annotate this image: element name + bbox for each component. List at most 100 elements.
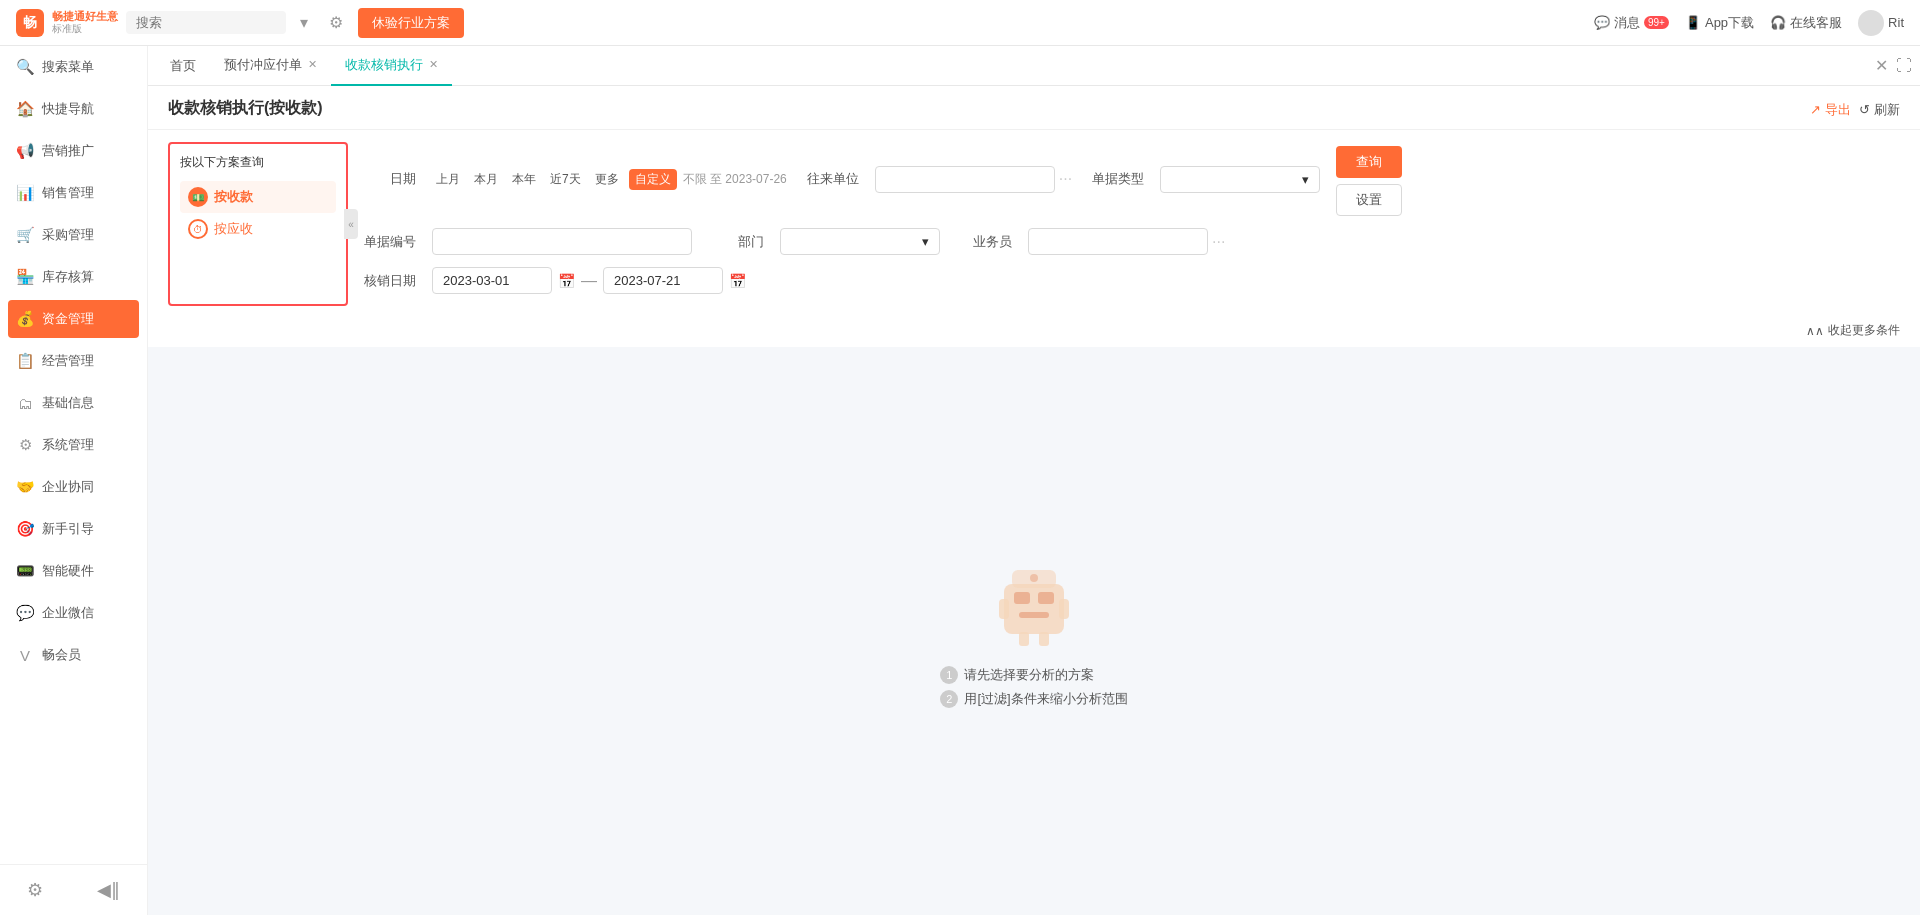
- department-select[interactable]: ▾: [780, 228, 940, 255]
- bill-type-label: 单据类型: [1088, 170, 1144, 188]
- sidebar-item-cooperation[interactable]: 🤝 企业协同: [0, 466, 147, 508]
- verify-date-label: 核销日期: [360, 272, 416, 290]
- online-service-button[interactable]: 🎧 在线客服: [1770, 14, 1842, 32]
- filter-area: 按以下方案查询 💵 按收款 ⏱ 按应收 « 日期 上月 本: [148, 130, 1920, 318]
- gear-icon[interactable]: ⚙: [322, 9, 350, 37]
- refresh-button[interactable]: ↺ 刷新: [1859, 101, 1900, 119]
- counterpart-more-icon[interactable]: ···: [1059, 170, 1072, 188]
- date-label: 日期: [360, 170, 416, 188]
- sidebar-item-marketing[interactable]: 📢 营销推广: [0, 130, 147, 172]
- verify-date-range: 📅 — 📅: [432, 267, 746, 294]
- department-label: 部门: [708, 233, 764, 251]
- tab-actions: ✕ ⛶: [1875, 56, 1912, 75]
- svg-rect-2: [1038, 592, 1054, 604]
- empty-hint-1: 1 请先选择要分析的方案: [940, 666, 1127, 684]
- sidebar-item-quicknav[interactable]: 🏠 快捷导航: [0, 88, 147, 130]
- sidebar-item-operations[interactable]: 📋 经营管理: [0, 340, 147, 382]
- sidebar-item-guide[interactable]: 🎯 新手引导: [0, 508, 147, 550]
- solution-button[interactable]: 休验行业方案: [358, 8, 464, 38]
- receivable-icon: ⏱: [188, 219, 208, 239]
- purchase-icon: 🛒: [16, 226, 34, 244]
- tab-bar: 首页 预付冲应付单 ✕ 收款核销执行 ✕ ✕ ⛶: [148, 46, 1920, 86]
- date-unlimited: 不限 至 2023-07-26: [683, 171, 787, 188]
- sidebar-item-finance[interactable]: 💰 资金管理: [8, 300, 139, 338]
- tab-home[interactable]: 首页: [156, 46, 210, 86]
- shortcut-custom[interactable]: 自定义: [629, 169, 677, 190]
- top-search-input[interactable]: [126, 11, 286, 34]
- export-button[interactable]: ↗ 导出: [1810, 101, 1851, 119]
- sidebar-item-basic[interactable]: 🗂 基础信息: [0, 382, 147, 424]
- sidebar-bottom: ⚙ ◀‖: [0, 864, 147, 915]
- tab-expand-icon[interactable]: ⛶: [1896, 57, 1912, 75]
- sidebar-item-inventory[interactable]: 🏪 库存核算: [0, 256, 147, 298]
- message-icon: 💬: [1594, 15, 1610, 30]
- sidebar-item-member[interactable]: V 畅会员: [0, 634, 147, 676]
- tab2-close-icon[interactable]: ✕: [429, 58, 438, 71]
- app-download-button[interactable]: 📱 App下载: [1685, 14, 1754, 32]
- counterpart-label: 往来单位: [803, 170, 859, 188]
- user-avatar[interactable]: Rit: [1858, 10, 1904, 36]
- sidebar-item-wechat[interactable]: 💬 企业微信: [0, 592, 147, 634]
- salesperson-more-icon[interactable]: ···: [1212, 233, 1225, 251]
- export-icon: ↗: [1810, 102, 1821, 117]
- svg-rect-4: [999, 599, 1009, 619]
- shortcut-more[interactable]: 更多: [591, 169, 623, 190]
- svg-rect-6: [1019, 632, 1029, 646]
- bill-type-dropdown-icon: ▾: [1302, 172, 1309, 187]
- page-title: 收款核销执行(按收款): [168, 98, 323, 119]
- verify-date-start[interactable]: [432, 267, 552, 294]
- verify-start-calendar-icon[interactable]: 📅: [558, 273, 575, 289]
- tab-close-all-icon[interactable]: ✕: [1875, 56, 1888, 75]
- sales-icon: 📊: [16, 184, 34, 202]
- filter-side-panel: 按以下方案查询 💵 按收款 ⏱ 按应收 «: [168, 142, 348, 306]
- svg-rect-0: [1004, 584, 1064, 634]
- service-icon: 🎧: [1770, 15, 1786, 30]
- shortcut-this-month[interactable]: 本月: [470, 169, 502, 190]
- app-icon: 📱: [1685, 15, 1701, 30]
- filter-by-receipt[interactable]: 💵 按收款: [180, 181, 336, 213]
- bill-no-label: 单据编号: [360, 233, 416, 251]
- tab-prepayment[interactable]: 预付冲应付单 ✕: [210, 46, 331, 86]
- finance-icon: 💰: [16, 310, 34, 328]
- sidebar-settings-icon[interactable]: ⚙: [21, 873, 49, 907]
- shortcut-this-year[interactable]: 本年: [508, 169, 540, 190]
- svg-rect-1: [1014, 592, 1030, 604]
- verify-end-calendar-icon[interactable]: 📅: [729, 273, 746, 289]
- sidebar-item-system[interactable]: ⚙ 系统管理: [0, 424, 147, 466]
- query-button[interactable]: 查询: [1336, 146, 1402, 178]
- sidebar-item-hardware[interactable]: 📟 智能硬件: [0, 550, 147, 592]
- hardware-icon: 📟: [16, 562, 34, 580]
- salesperson-input[interactable]: [1028, 228, 1208, 255]
- department-dropdown-icon: ▾: [922, 234, 929, 249]
- sidebar-item-purchase[interactable]: 🛒 采购管理: [0, 214, 147, 256]
- sidebar-item-sales[interactable]: 📊 销售管理: [0, 172, 147, 214]
- tab-verification[interactable]: 收款核销执行 ✕: [331, 46, 452, 86]
- message-button[interactable]: 💬 消息 99+: [1594, 14, 1669, 32]
- tab1-close-icon[interactable]: ✕: [308, 58, 317, 71]
- sidebar-collapse-icon[interactable]: ◀‖: [91, 873, 126, 907]
- collapse-more-button[interactable]: ∧∧ 收起更多条件: [1806, 322, 1900, 339]
- content-area: 首页 预付冲应付单 ✕ 收款核销执行 ✕ ✕ ⛶ 收款核销执行(按收款) ↗: [148, 46, 1920, 915]
- top-bar: 畅 畅捷通好生意 标准版 ▾ ⚙ 休验行业方案 💬 消息 99+ 📱 App下载…: [0, 0, 1920, 46]
- filter-side-title: 按以下方案查询: [180, 154, 336, 171]
- shortcut-last-month[interactable]: 上月: [432, 169, 464, 190]
- filter-by-receivable[interactable]: ⏱ 按应收: [180, 213, 336, 245]
- search-icon: 🔍: [16, 58, 34, 76]
- avatar: [1858, 10, 1884, 36]
- counterpart-input[interactable]: [875, 166, 1055, 193]
- sidebar: 🔍 搜索菜单 🏠 快捷导航 📢 营销推广 📊 销售管理 🛒 采购管理 🏪 库存核…: [0, 46, 148, 915]
- page-header: 收款核销执行(按收款) ↗ 导出 ↺ 刷新: [148, 86, 1920, 130]
- filter-row-1: 日期 上月 本月 本年 近7天 更多 自定义 不限 至 2023-07-26 往…: [360, 142, 1900, 216]
- bill-type-select[interactable]: ▾: [1160, 166, 1320, 193]
- shortcut-7days[interactable]: 近7天: [546, 169, 585, 190]
- sidebar-item-search[interactable]: 🔍 搜索菜单: [0, 46, 147, 88]
- verify-date-end[interactable]: [603, 267, 723, 294]
- search-dropdown-icon[interactable]: ▾: [294, 13, 314, 33]
- settings-button[interactable]: 设置: [1336, 184, 1402, 216]
- counterpart-field: ···: [875, 166, 1072, 193]
- bill-no-input[interactable]: [432, 228, 692, 255]
- collapse-chevron-icon: ∧∧: [1806, 324, 1824, 338]
- filter-side-collapse-icon[interactable]: «: [344, 209, 358, 239]
- svg-point-9: [1030, 574, 1038, 582]
- main-layout: 🔍 搜索菜单 🏠 快捷导航 📢 营销推广 📊 销售管理 🛒 采购管理 🏪 库存核…: [0, 46, 1920, 915]
